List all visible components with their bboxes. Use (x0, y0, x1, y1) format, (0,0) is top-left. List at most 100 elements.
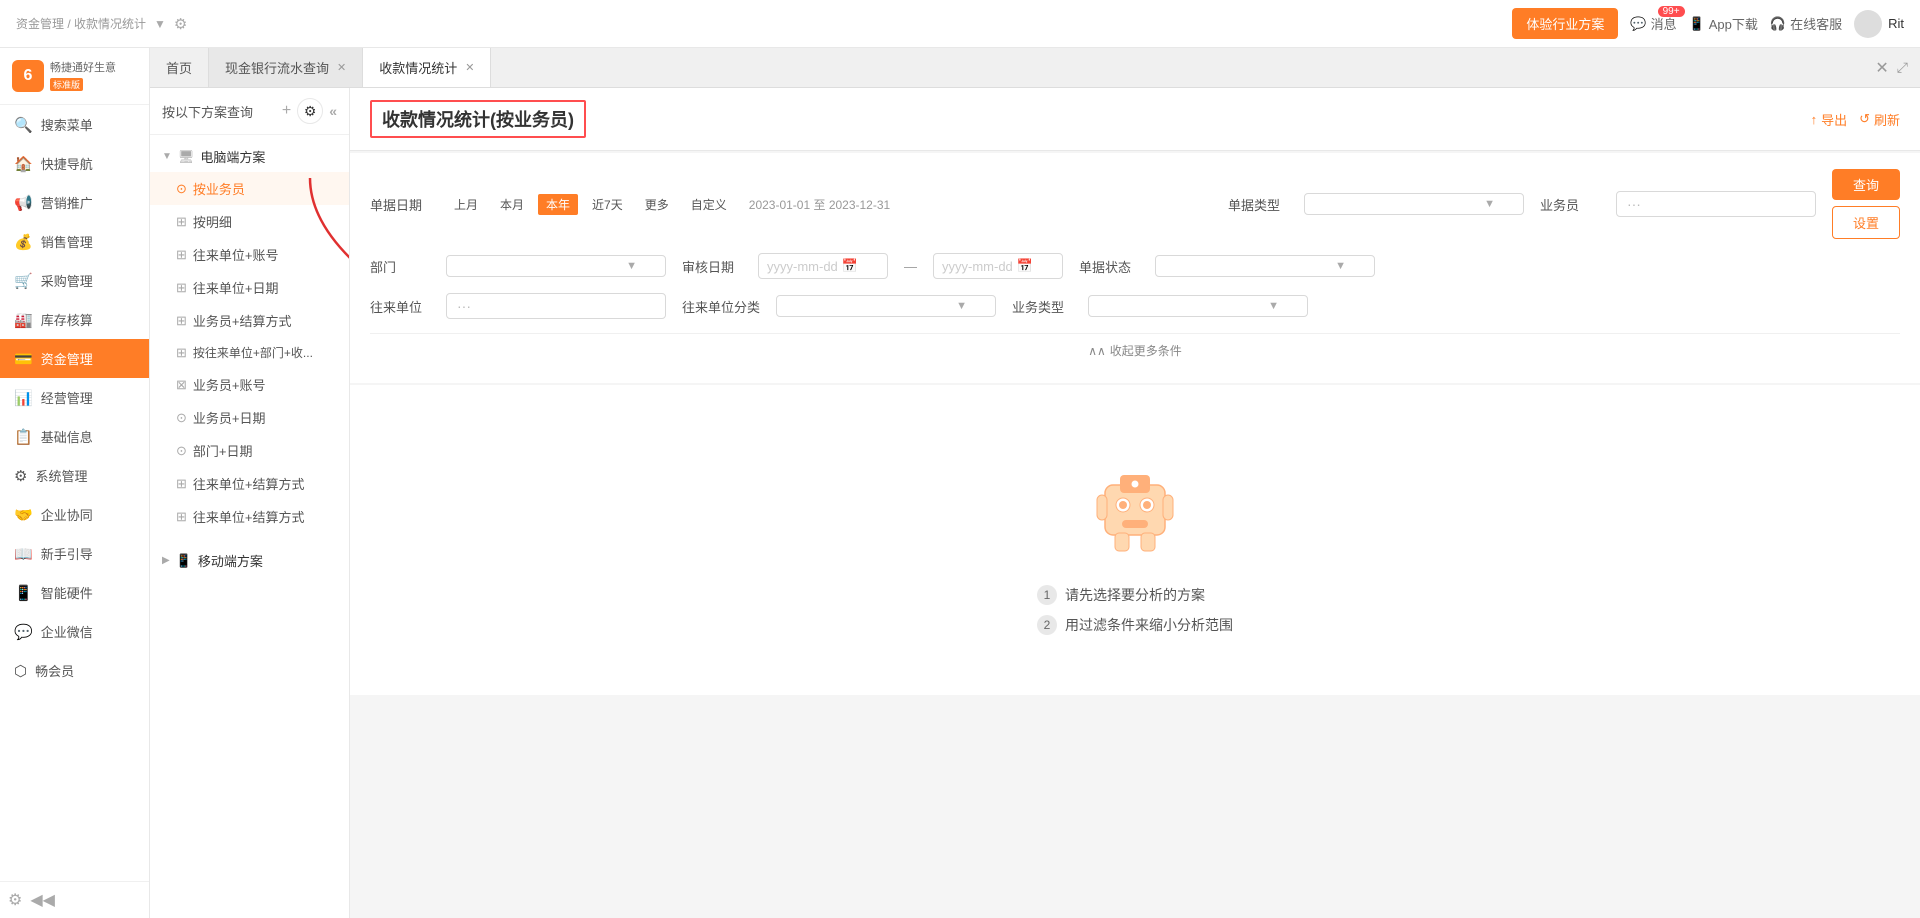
calendar-end-icon[interactable]: 📅 (1017, 258, 1033, 274)
sidebar-label-marketing: 营销推广 (41, 193, 93, 212)
refresh-button[interactable]: ↺ 刷新 (1859, 110, 1900, 129)
date-tab-last-month[interactable]: 上月 (446, 194, 486, 215)
review-date-end[interactable]: yyyy-mm-dd 📅 (933, 253, 1063, 279)
sidebar-item-sales[interactable]: 💰 销售管理 (0, 222, 149, 261)
query-button[interactable]: 查询 (1832, 169, 1900, 200)
sidebar-item-wechat[interactable]: 💬 企业微信 (0, 612, 149, 651)
business-type-select[interactable]: ▼ (1088, 295, 1308, 317)
empty-steps: 1 请先选择要分析的方案 2 用过滤条件来缩小分析范围 (1037, 585, 1233, 635)
settings-bottom-icon[interactable]: ⚙ (8, 890, 22, 910)
doc-type-select[interactable]: ▼ (1304, 193, 1524, 215)
main-panel: 收款情况统计(按业务员) ↑ 导出 ↺ 刷新 (350, 88, 1920, 918)
review-date-label: 审核日期 (682, 257, 742, 276)
scheme-item-counterpart-settlement2[interactable]: ⊞ 往来单位+结算方式 (150, 500, 349, 533)
doc-type-label: 单据类型 (1228, 195, 1288, 214)
empty-state: 1 请先选择要分析的方案 2 用过滤条件来缩小分析范围 (350, 385, 1920, 695)
sidebar-item-enterprise[interactable]: 🤝 企业协同 (0, 495, 149, 534)
salesperson-select[interactable]: ··· (1616, 191, 1816, 217)
scheme-icon-sps: ⊞ (176, 313, 187, 329)
app-download-button[interactable]: 📱 App下载 (1689, 14, 1758, 33)
tab-collection[interactable]: 收款情况统计 ✕ (363, 48, 491, 87)
collapse-sidebar-icon[interactable]: ◀◀ (30, 890, 55, 910)
date-tab-this-month[interactable]: 本月 (492, 194, 532, 215)
dept-select[interactable]: ▼ (446, 255, 666, 277)
dropdown-icon[interactable]: ▼ (154, 17, 166, 31)
scheme-item-dept-date[interactable]: ⊙ 部门+日期 (150, 434, 349, 467)
calendar-start-icon[interactable]: 📅 (842, 258, 858, 274)
scheme-icon-dd: ⊙ (176, 443, 187, 459)
scheme-gear-icon[interactable]: ⚙ (297, 98, 323, 124)
export-button[interactable]: ↑ 导出 (1811, 110, 1848, 129)
sidebar-item-search[interactable]: 🔍 搜索菜单 (0, 105, 149, 144)
sidebar-item-operation[interactable]: 📊 经营管理 (0, 378, 149, 417)
counterpart-select[interactable]: ··· (446, 293, 666, 319)
business-type-label: 业务类型 (1012, 297, 1072, 316)
settings-icon[interactable]: ⚙ (174, 15, 187, 33)
date-tab-custom[interactable]: 自定义 (683, 194, 735, 215)
add-scheme-icon[interactable]: + (282, 102, 291, 120)
breadcrumb: 资金管理 / 收款情况统计 (16, 15, 146, 32)
collapse-panel-icon[interactable]: « (329, 103, 337, 119)
sidebar-item-hardware[interactable]: 📱 智能硬件 (0, 573, 149, 612)
sidebar-label-basic: 基础信息 (41, 427, 93, 446)
sidebar-item-inventory[interactable]: 🏭 库存核算 (0, 300, 149, 339)
setting-button[interactable]: 设置 (1832, 206, 1900, 239)
sidebar-label-purchase: 采购管理 (41, 271, 93, 290)
scheme-item-counterpart-account[interactable]: ⊞ 往来单位+账号 (150, 238, 349, 271)
sidebar-item-shortcut[interactable]: 🏠 快捷导航 (0, 144, 149, 183)
doc-status-arrow: ▼ (1335, 260, 1346, 272)
group-icon: 🖥 (178, 149, 195, 165)
tab-close-all[interactable]: ✕ (1875, 58, 1888, 78)
export-icon: ↑ (1811, 112, 1818, 127)
scheme-item-counterpart-settlement1[interactable]: ⊞ 往来单位+结算方式 (150, 467, 349, 500)
scheme-item-by-salesperson[interactable]: ⊙ 按业务员 (150, 172, 349, 205)
sidebar-item-system[interactable]: ⚙ 系统管理 (0, 456, 149, 495)
date-tab-this-year[interactable]: 本年 (538, 194, 578, 215)
step-num-1: 1 (1037, 585, 1057, 605)
sidebar-label-capital: 资金管理 (41, 349, 93, 368)
scheme-item-salesperson-account[interactable]: ⊠ 业务员+账号 (150, 368, 349, 401)
scheme-label-cpdc: 按往来单位+部门+收... (193, 344, 313, 361)
main-layout: 6 畅捷通好生意 标准版 🔍 搜索菜单 🏠 快捷导航 📢 营销推广 💰 销售管理… (0, 48, 1920, 918)
tab-bank[interactable]: 现金银行流水查询 ✕ (209, 48, 363, 87)
doc-type-arrow: ▼ (1484, 198, 1495, 210)
scheme-item-salesperson-settlement[interactable]: ⊞ 业务员+结算方式 (150, 304, 349, 337)
scheme-item-counterpart-date[interactable]: ⊞ 往来单位+日期 (150, 271, 349, 304)
sidebar-item-capital[interactable]: 💳 资金管理 (0, 339, 149, 378)
doc-status-select[interactable]: ▼ (1155, 255, 1375, 277)
scheme-item-salesperson-date[interactable]: ⊙ 业务员+日期 (150, 401, 349, 434)
search-icon: 🔍 (14, 116, 33, 134)
sidebar-item-member[interactable]: ⬡ 畅会员 (0, 651, 149, 690)
member-icon: ⬡ (14, 662, 27, 680)
date-tab-7days[interactable]: 近7天 (584, 194, 631, 215)
tab-home[interactable]: 首页 (150, 48, 209, 87)
date-tab-more[interactable]: 更多 (637, 194, 677, 215)
user-avatar[interactable]: Rit (1854, 10, 1904, 38)
scheme-item-by-detail[interactable]: ⊞ 按明细 (150, 205, 349, 238)
tab-collection-close[interactable]: ✕ (465, 61, 474, 74)
sidebar-item-basic[interactable]: 📋 基础信息 (0, 417, 149, 456)
body-layout: 按以下方案查询 + ⚙ « ▼ 🖥 电脑端方案 ⊙ (150, 88, 1920, 918)
scheme-item-counterpart-dept[interactable]: ⊞ 按往来单位+部门+收... (150, 337, 349, 368)
header-actions: ↑ 导出 ↺ 刷新 (1811, 110, 1900, 129)
left-panel-actions: + ⚙ « (282, 98, 337, 124)
trial-button[interactable]: 体验行业方案 (1512, 8, 1618, 39)
tab-restore-icon[interactable]: ⤢ (1897, 59, 1908, 76)
review-date-start-value: yyyy-mm-dd (767, 259, 838, 274)
sidebar-item-guide[interactable]: 📖 新手引导 (0, 534, 149, 573)
scheme-group-mobile-title[interactable]: ▶ 📱 移动端方案 (150, 545, 349, 576)
scheme-group-desktop-title[interactable]: ▼ 🖥 电脑端方案 (150, 141, 349, 172)
tab-bank-close[interactable]: ✕ (337, 61, 346, 74)
counterpart-category-select[interactable]: ▼ (776, 295, 996, 317)
sidebar-label-inventory: 库存核算 (41, 310, 93, 329)
sidebar-item-marketing[interactable]: 📢 营销推广 (0, 183, 149, 222)
scheme-icon-cps1: ⊞ (176, 476, 187, 492)
review-date-start[interactable]: yyyy-mm-dd 📅 (758, 253, 888, 279)
mobile-arrow: ▶ (162, 555, 170, 566)
collapse-bar[interactable]: ∧∧ 收起更多条件 (370, 333, 1900, 367)
marketing-icon: 📢 (14, 194, 33, 212)
sidebar-item-purchase[interactable]: 🛒 采购管理 (0, 261, 149, 300)
scheme-icon-cps2: ⊞ (176, 509, 187, 525)
online-service-button[interactable]: 🎧 在线客服 (1770, 14, 1842, 33)
message-button[interactable]: 💬 消息 99+ (1630, 14, 1676, 33)
